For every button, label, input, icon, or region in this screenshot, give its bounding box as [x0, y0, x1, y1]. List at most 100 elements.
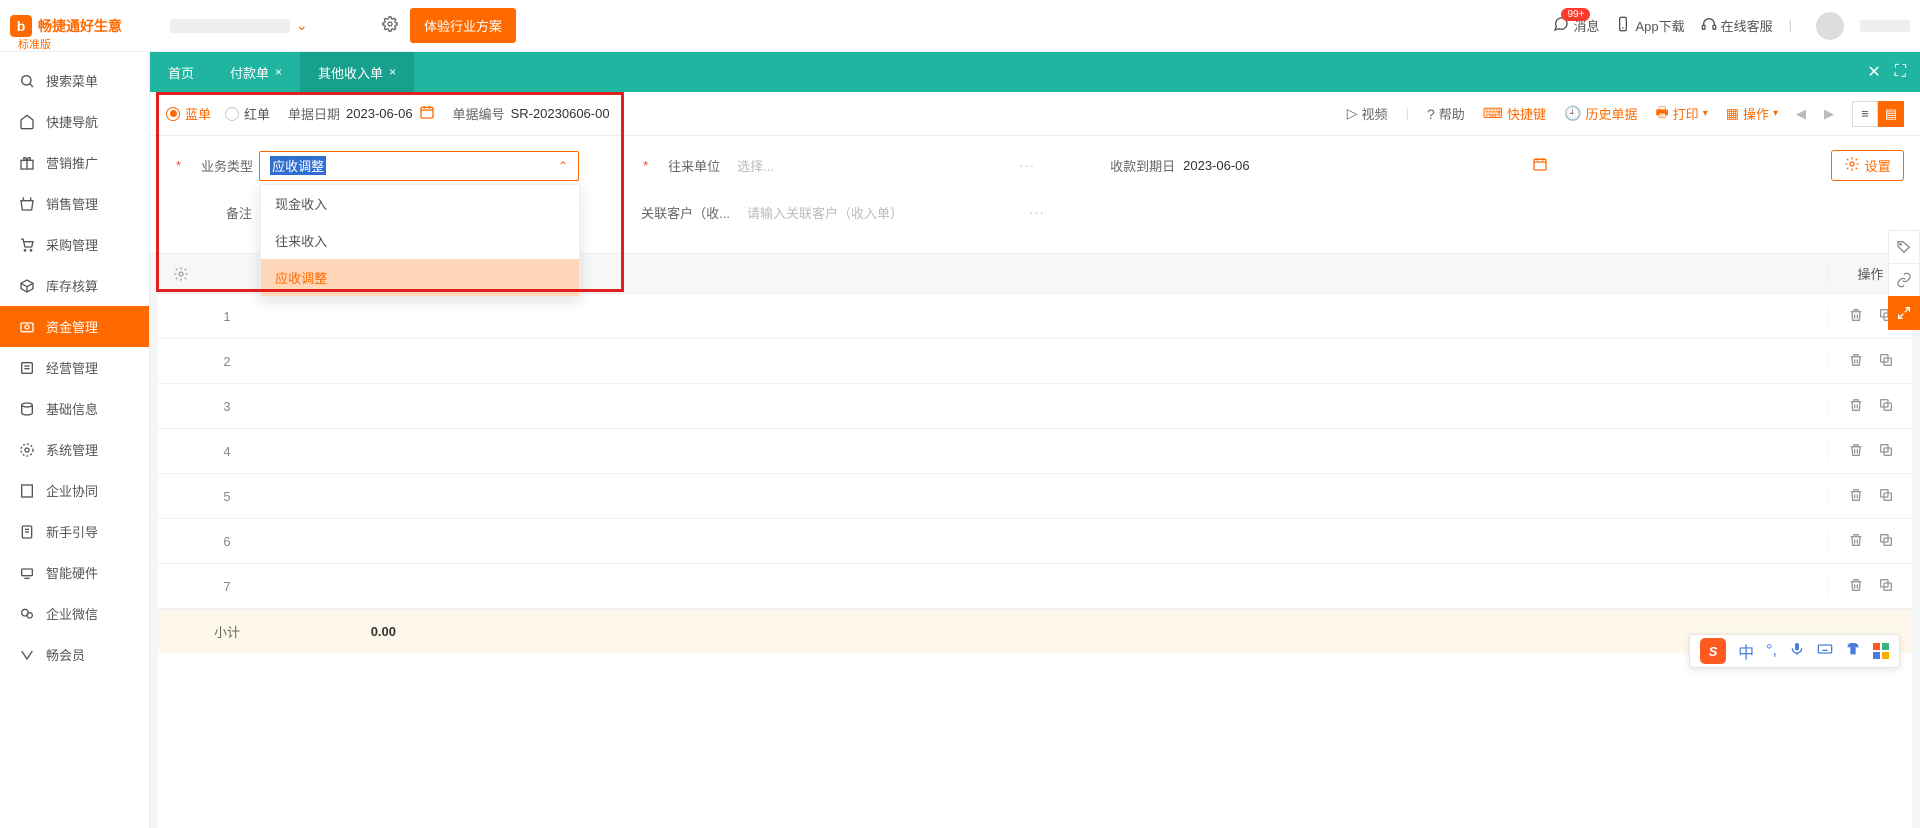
gear-icon[interactable] [382, 16, 398, 35]
tab-close-icon[interactable]: × [389, 65, 396, 79]
delete-icon[interactable] [1848, 442, 1864, 461]
radio-blue[interactable]: 蓝单 [166, 104, 211, 123]
rel-customer-input[interactable]: 请输入关联客户（收入单） ··· [736, 197, 1056, 227]
copy-icon[interactable] [1878, 352, 1894, 371]
sidebar-item-label: 搜索菜单 [46, 71, 98, 90]
shortcut-button[interactable]: ⌨快捷键 [1483, 104, 1546, 123]
dropdown-option[interactable]: 往来收入 [261, 222, 579, 259]
message-badge: 99+ [1561, 8, 1590, 21]
close-tab-icon[interactable]: ✕ [1867, 62, 1880, 82]
copy-icon[interactable] [1878, 442, 1894, 461]
sidebar-item-label: 企业微信 [46, 604, 98, 623]
table-row[interactable]: 3 [158, 384, 1912, 429]
more-icon[interactable]: ··· [1019, 158, 1035, 173]
brand-name: 畅捷通好生意 [38, 16, 122, 36]
dropdown-option[interactable]: 应收调整 [261, 259, 579, 296]
view-card[interactable]: ▤ [1878, 101, 1904, 127]
copy-icon[interactable] [1878, 397, 1894, 416]
due-date-label: 收款到期日 [1110, 156, 1175, 175]
buy-icon [18, 236, 36, 254]
sidebar-item-label: 新手引导 [46, 522, 98, 541]
sidebar-item-wx[interactable]: 企业微信 [0, 593, 149, 634]
radio-red[interactable]: 红单 [225, 104, 270, 123]
sidebar-item-label: 畅会员 [46, 645, 85, 664]
ime-toolbar[interactable]: S 中 °, [1689, 634, 1900, 668]
calendar-icon[interactable] [419, 104, 435, 123]
ime-mic-icon[interactable] [1789, 641, 1805, 662]
copy-icon[interactable] [1878, 532, 1894, 551]
delete-icon[interactable] [1848, 577, 1864, 596]
video-button[interactable]: ▷视频 [1347, 104, 1388, 123]
history-button[interactable]: 🕘历史单据 [1564, 104, 1637, 123]
sidebar-item-guide[interactable]: 新手引导 [0, 511, 149, 552]
ime-skin-icon[interactable] [1845, 641, 1861, 662]
due-date-value[interactable]: 2023-06-06 [1183, 158, 1250, 173]
table-row[interactable]: 5 [158, 474, 1912, 519]
table-subtotal-row: 小计 0.00 [158, 609, 1912, 653]
table-row[interactable]: 6 [158, 519, 1912, 564]
table-row[interactable]: 2 [158, 339, 1912, 384]
doc-date-value[interactable]: 2023-06-06 [346, 106, 413, 121]
dropdown-option[interactable]: 现金收入 [261, 185, 579, 222]
dock-link-icon[interactable] [1888, 263, 1920, 297]
view-list[interactable]: ≡ [1852, 101, 1878, 127]
biz-type-select[interactable]: 应收调整 ⌃ 现金收入往来收入应收调整 [259, 151, 579, 181]
sidebar-item-nav[interactable]: 快捷导航 [0, 101, 149, 142]
sidebar-item-search[interactable]: 搜索菜单 [0, 60, 149, 101]
sidebar-item-sale[interactable]: 销售管理 [0, 183, 149, 224]
trial-button[interactable]: 体验行业方案 [410, 8, 516, 43]
copy-icon[interactable] [1878, 487, 1894, 506]
org-selector[interactable]: ⌄ [170, 17, 370, 34]
table-row[interactable]: 7 [158, 564, 1912, 609]
tab-付款单[interactable]: 付款单× [212, 52, 300, 92]
sidebar-item-biz[interactable]: 经营管理 [0, 347, 149, 388]
view-toggle: ≡ ▤ [1852, 101, 1904, 127]
prev-icon[interactable]: ◀ [1796, 106, 1806, 122]
tab-首页[interactable]: 首页 [150, 52, 212, 92]
detail-table: ▲▼ * 收 操作 1234567 小计 0.00 [158, 254, 1912, 828]
copy-icon[interactable] [1878, 577, 1894, 596]
tab-其他收入单[interactable]: 其他收入单× [300, 52, 414, 92]
dock-tag-icon[interactable] [1888, 230, 1920, 264]
delete-icon[interactable] [1848, 532, 1864, 551]
sidebar-item-base[interactable]: 基础信息 [0, 388, 149, 429]
sidebar-item-buy[interactable]: 采购管理 [0, 224, 149, 265]
tab-close-icon[interactable]: × [275, 65, 282, 79]
table-row[interactable]: 4 [158, 429, 1912, 474]
app-download-button[interactable]: App下载 [1615, 16, 1684, 35]
ops-button[interactable]: ▦操作▾ [1726, 104, 1778, 123]
avatar[interactable] [1816, 12, 1844, 40]
delete-icon[interactable] [1848, 307, 1864, 326]
print-button[interactable]: 🖶打印▾ [1655, 102, 1707, 126]
table-row[interactable]: 1 [158, 294, 1912, 339]
party-input[interactable]: 选择... ··· [726, 151, 1046, 181]
expand-icon[interactable]: ⛶ [1895, 63, 1906, 81]
support-button[interactable]: 在线客服 [1701, 16, 1773, 35]
delete-icon[interactable] [1848, 352, 1864, 371]
sidebar-item-label: 营销推广 [46, 153, 98, 172]
help-button[interactable]: ?帮助 [1427, 104, 1465, 123]
table-settings-icon[interactable] [158, 266, 204, 282]
sidebar-item-label: 经营管理 [46, 358, 98, 377]
dock-expand-icon[interactable] [1888, 296, 1920, 330]
ime-mode[interactable]: 中 [1738, 639, 1754, 663]
tabs-bar: 首页付款单×其他收入单× ✕ ⛶ [150, 52, 1920, 92]
ime-apps-icon[interactable] [1873, 643, 1889, 659]
ime-punct-icon[interactable]: °, [1766, 642, 1777, 660]
sidebar-item-sys[interactable]: 系统管理 [0, 429, 149, 470]
delete-icon[interactable] [1848, 487, 1864, 506]
calendar-icon[interactable] [1532, 156, 1548, 175]
sidebar-item-fund[interactable]: 资金管理 [0, 306, 149, 347]
messages-button[interactable]: 99+ 消息 [1553, 16, 1599, 35]
sidebar-item-vip[interactable]: 畅会员 [0, 634, 149, 675]
next-icon[interactable]: ▶ [1824, 106, 1834, 122]
delete-icon[interactable] [1848, 397, 1864, 416]
sidebar-item-gift[interactable]: 营销推广 [0, 142, 149, 183]
ime-keyboard-icon[interactable] [1817, 641, 1833, 662]
sidebar-item-ent[interactable]: 企业协同 [0, 470, 149, 511]
settings-button[interactable]: 设置 [1831, 150, 1904, 181]
more-icon[interactable]: ··· [1029, 205, 1045, 220]
sidebar-item-stock[interactable]: 库存核算 [0, 265, 149, 306]
username[interactable] [1860, 20, 1910, 32]
sidebar-item-hw[interactable]: 智能硬件 [0, 552, 149, 593]
